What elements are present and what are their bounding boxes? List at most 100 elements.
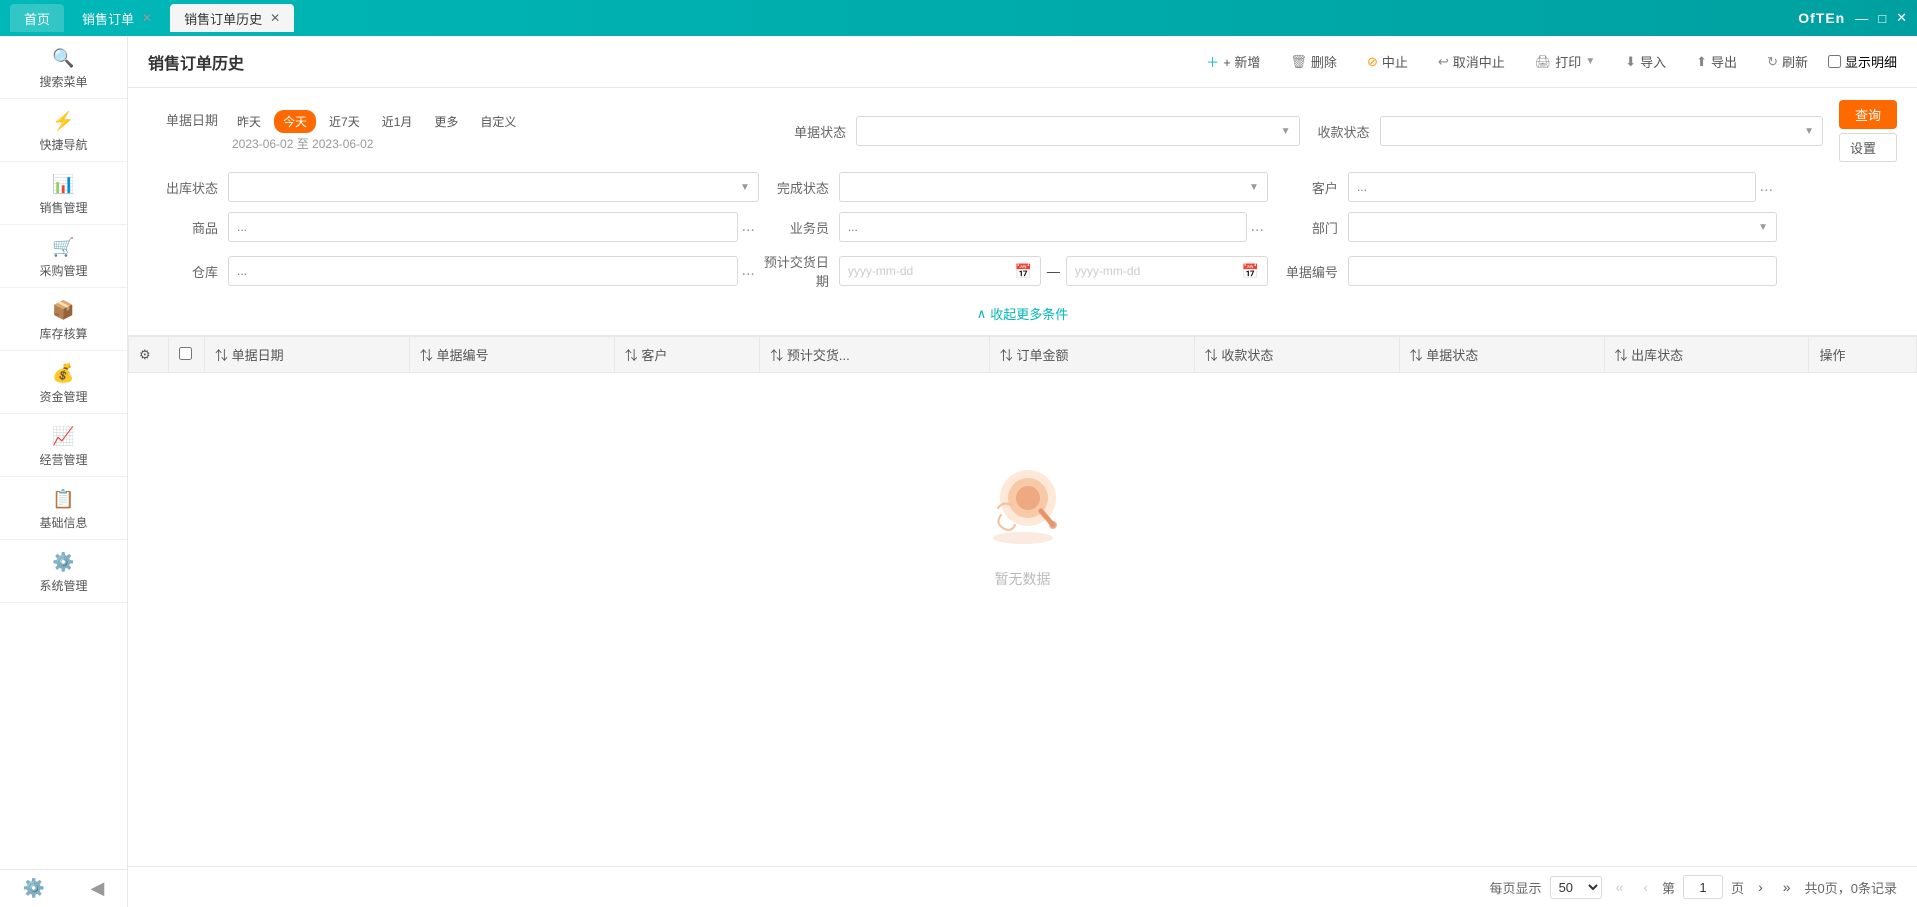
export-button[interactable]: ⬆ 导出 [1686, 48, 1747, 75]
page-size-select[interactable]: 50 10 20 100 [1550, 876, 1602, 899]
tab-sales-order-history[interactable]: 销售订单历史 ✕ [170, 4, 294, 32]
order-no-input[interactable] [1348, 256, 1777, 286]
sidebar-item-search-menu[interactable]: 🔍 搜索菜单 [0, 36, 127, 99]
salesperson-more-icon[interactable]: ... [1247, 218, 1268, 236]
settings-button[interactable]: 设置 [1839, 133, 1897, 162]
complete-arrow-icon: ▼ [1249, 182, 1259, 193]
product-label: 商品 [148, 218, 228, 237]
collapse-text: 收起更多条件 [990, 304, 1068, 323]
funds-mgmt-icon: 💰 [52, 363, 74, 384]
order-no-filter: 单据编号 [1268, 256, 1777, 286]
complete-select[interactable]: ▼ [839, 172, 1268, 202]
delivery-date-end-input[interactable]: yyyy-mm-dd 📅 [1066, 256, 1268, 286]
warehouse-more-icon[interactable]: ... [738, 262, 759, 280]
show-detail-checkbox[interactable] [1828, 55, 1841, 68]
last-page-button[interactable]: » [1777, 877, 1797, 897]
sidebar-item-sys-mgmt[interactable]: ⚙️ 系统管理 [0, 540, 127, 603]
new-label: + 新增 [1223, 52, 1260, 71]
date-tag-yesterday[interactable]: 昨天 [228, 110, 270, 133]
calendar-start-icon: 📅 [1014, 263, 1031, 280]
tab-sales-order-history-close[interactable]: ✕ [270, 11, 280, 25]
sidebar-item-sales-mgmt[interactable]: 📊 销售管理 [0, 162, 127, 225]
sidebar-item-purchase-mgmt[interactable]: 🛒 采购管理 [0, 225, 127, 288]
th-outbound-status[interactable]: ⇅ 出库状态 [1604, 337, 1809, 373]
product-input[interactable] [228, 212, 738, 242]
th-delivery-date[interactable]: ⇅ 预计交货... [760, 337, 990, 373]
th-checkbox[interactable] [169, 337, 205, 373]
th-receipt-status[interactable]: ⇅ 收款状态 [1194, 337, 1399, 373]
brand-text: OfTEn [1798, 10, 1845, 26]
salesperson-label: 业务员 [759, 218, 839, 237]
warehouse-input[interactable] [228, 256, 738, 286]
date-tag-custom[interactable]: 自定义 [471, 110, 525, 133]
action-buttons: 查询 设置 [1839, 100, 1897, 162]
next-page-button[interactable]: › [1752, 877, 1769, 897]
cancel-stop-icon: ↩ [1438, 54, 1449, 70]
collapse-filter-row[interactable]: ∧ 收起更多条件 [148, 300, 1897, 323]
order-status-arrow-icon: ▼ [1281, 126, 1291, 137]
print-icon: 🖨 [1535, 54, 1552, 70]
refresh-button[interactable]: ↻ 刷新 [1757, 48, 1818, 75]
settings-label: 设置 [1850, 138, 1876, 157]
warehouse-filter: 仓库 ... [148, 256, 759, 286]
product-more-icon[interactable]: ... [738, 218, 759, 236]
close-btn[interactable]: ✕ [1896, 10, 1907, 26]
new-button[interactable]: ＋ + 新增 [1196, 48, 1270, 75]
prev-page-button[interactable]: ‹ [1637, 877, 1654, 897]
th-order-no[interactable]: ⇅ 单据编号 [409, 337, 614, 373]
import-button[interactable]: ⬇ 导入 [1615, 48, 1676, 75]
tab-home-label: 首页 [24, 9, 50, 28]
query-button[interactable]: 查询 [1839, 100, 1897, 129]
sales-mgmt-icon: 📊 [52, 174, 74, 195]
salesperson-filter: 业务员 ... [759, 212, 1268, 242]
sidebar-item-funds-mgmt-label: 资金管理 [39, 388, 87, 405]
sidebar-item-quick-nav[interactable]: ⚡ 快捷导航 [0, 99, 127, 162]
stop-button[interactable]: ⊘ 中止 [1357, 48, 1418, 75]
th-settings[interactable]: ⚙ [129, 337, 169, 373]
salesperson-input[interactable] [839, 212, 1247, 242]
date-tag-today[interactable]: 今天 [274, 110, 316, 133]
first-page-button[interactable]: « [1610, 877, 1630, 897]
date-tag-1month[interactable]: 近1月 [373, 110, 422, 133]
refresh-icon: ↻ [1767, 54, 1778, 70]
customer-input[interactable] [1348, 172, 1756, 202]
date-tag-more[interactable]: 更多 [425, 110, 467, 133]
order-status-select[interactable]: ▼ [856, 116, 1299, 146]
customer-more-icon[interactable]: ... [1756, 178, 1777, 196]
delivery-date-start-input[interactable]: yyyy-mm-dd 📅 [839, 256, 1041, 286]
date-separator: — [1041, 264, 1066, 279]
complete-filter: 完成状态 ▼ [759, 172, 1268, 202]
th-date-label: ⇅ 单据日期 [215, 348, 284, 363]
delete-button[interactable]: 🗑 删除 [1280, 48, 1347, 75]
th-order-status[interactable]: ⇅ 单据状态 [1399, 337, 1604, 373]
outbound-select[interactable]: ▼ [228, 172, 759, 202]
tab-sales-order-close[interactable]: ✕ [142, 11, 152, 25]
tab-sales-order-history-label: 销售订单历史 [184, 9, 262, 28]
th-customer[interactable]: ⇅ 客户 [614, 337, 759, 373]
customer-filter: 客户 ... [1268, 172, 1777, 202]
maximize-btn[interactable]: □ [1878, 11, 1886, 26]
minimize-btn[interactable]: — [1855, 11, 1868, 26]
cancel-stop-button[interactable]: ↩ 取消中止 [1428, 48, 1515, 75]
sidebar-item-quick-nav-label: 快捷导航 [39, 136, 87, 153]
filter-row-4: 仓库 ... 预计交货日期 yyyy-mm-dd 📅 — yyyy-mm-dd … [148, 252, 1897, 290]
sidebar-item-basic-info[interactable]: 📋 基础信息 [0, 477, 127, 540]
th-amount[interactable]: ⇅ 订单金额 [989, 337, 1194, 373]
dept-select[interactable]: ▼ [1348, 212, 1777, 242]
sidebar-item-inventory[interactable]: 📦 库存核算 [0, 288, 127, 351]
th-date[interactable]: ⇅ 单据日期 [205, 337, 410, 373]
date-tag-7days[interactable]: 近7天 [320, 110, 369, 133]
sidebar-item-ops-mgmt[interactable]: 📈 经营管理 [0, 414, 127, 477]
top-bar-right: OfTEn — □ ✕ [1798, 10, 1907, 26]
tab-sales-order[interactable]: 销售订单 ✕ [68, 4, 166, 32]
page-number-input[interactable] [1683, 875, 1723, 899]
th-operation: 操作 [1809, 337, 1917, 373]
select-all-checkbox[interactable] [179, 347, 192, 360]
order-status-filter: 单据状态 ▼ [776, 116, 1299, 146]
tab-home[interactable]: 首页 [10, 4, 64, 32]
sidebar-collapse-icon[interactable]: ◀ [90, 878, 104, 899]
receipt-status-select[interactable]: ▼ [1380, 116, 1823, 146]
sidebar-settings-icon[interactable]: ⚙️ [23, 878, 45, 899]
print-button[interactable]: 🖨 打印 ▼ [1525, 48, 1605, 75]
sidebar-item-funds-mgmt[interactable]: 💰 资金管理 [0, 351, 127, 414]
